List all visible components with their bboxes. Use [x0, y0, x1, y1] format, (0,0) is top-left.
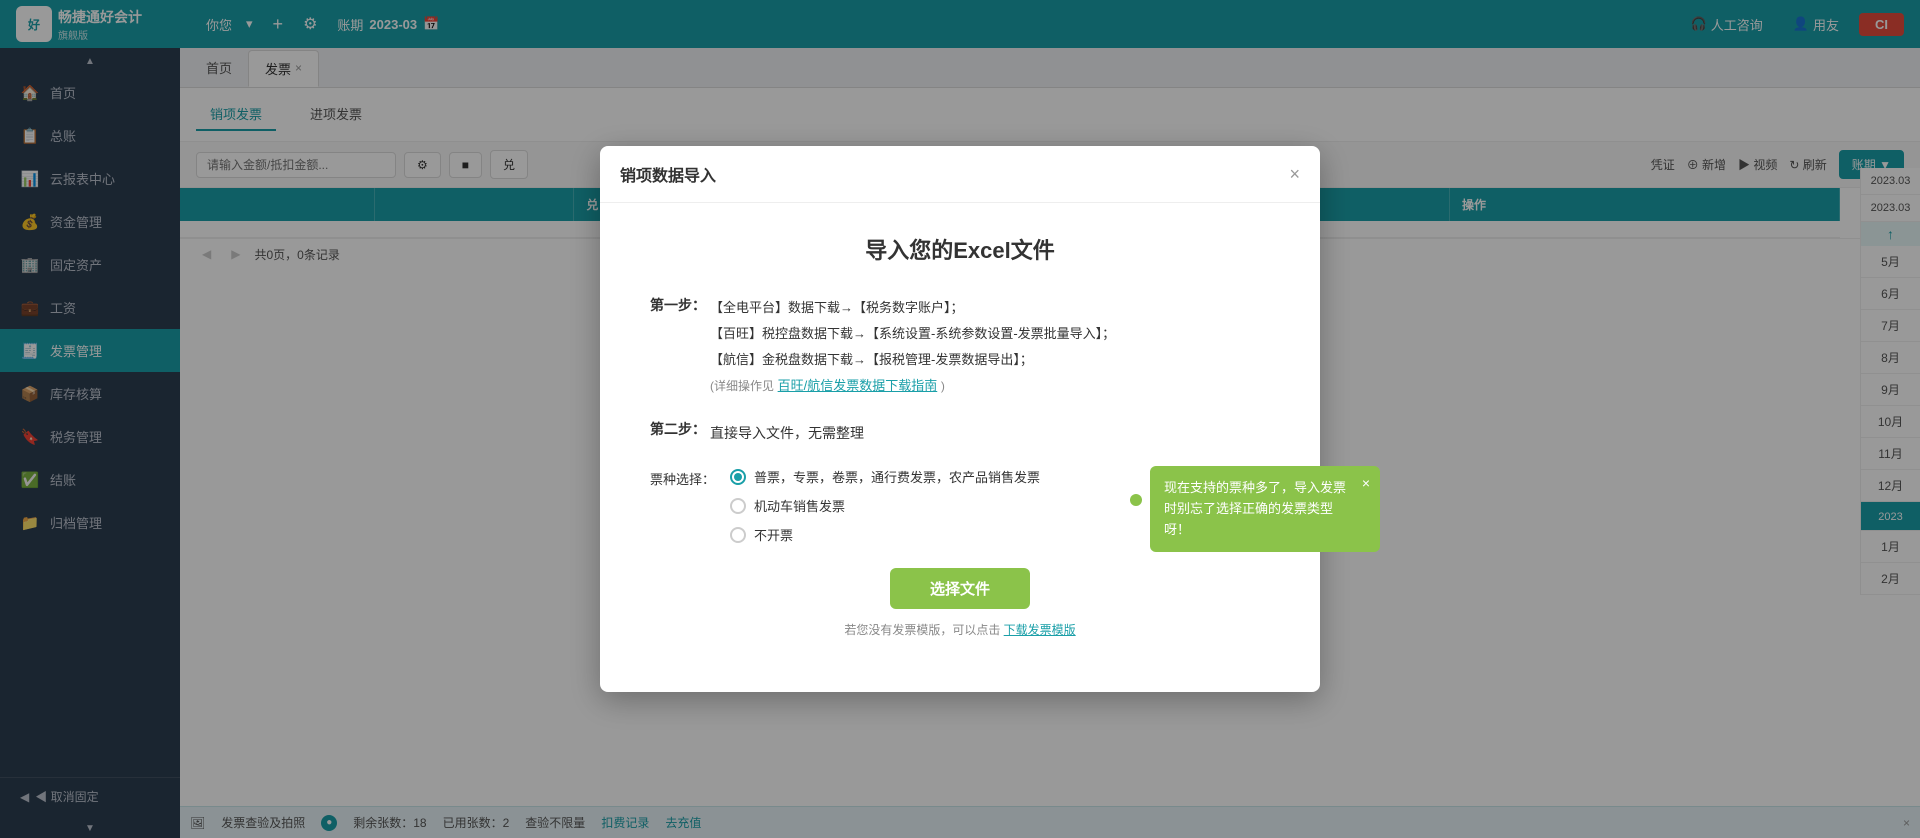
ticket-option-motor[interactable]: 机动车销售发票 × 现在支持的票种多了，导入发票时别忘了选择正确的发票类型呀！ [730, 496, 1040, 515]
step1-line1: 【全电平台】数据下载→【税务数字账户】； [710, 295, 1115, 321]
guide-link[interactable]: 百旺/航信发票数据下载指南 [778, 378, 938, 393]
step1-content: 【全电平台】数据下载→【税务数字账户】； 【百旺】税控盘数据下载→【系统设置-系… [710, 295, 1115, 399]
step2-label: 第二步： [650, 419, 710, 439]
radio-normal[interactable] [730, 469, 746, 485]
modal-main-title: 导入您的Excel文件 [650, 233, 1270, 265]
step1-line2: 【百旺】税控盘数据下载→【系统设置-系统参数设置-发票批量导入】； [710, 321, 1115, 347]
ticket-label: 票种选择： [650, 467, 730, 488]
tooltip-dot [1130, 494, 1142, 506]
ticket-section: 票种选择： 普票，专票，卷票，通行费发票，农产品销售发票 机动车销售发票 [650, 467, 1270, 544]
radio-noticket[interactable] [730, 527, 746, 543]
step2-section: 第二步： 直接导入文件，无需整理 [650, 419, 1270, 447]
step1-note: (详细操作见 百旺/航信发票数据下载指南 ) [710, 373, 1115, 399]
tooltip-box: × 现在支持的票种多了，导入发票时别忘了选择正确的发票类型呀！ [1150, 466, 1380, 552]
modal-title: 销项数据导入 [620, 162, 716, 186]
select-file-btn[interactable]: 选择文件 [890, 568, 1030, 609]
ticket-option-noticket[interactable]: 不开票 [730, 525, 1040, 544]
radio-motor[interactable] [730, 498, 746, 514]
tooltip-close-btn[interactable]: × [1362, 472, 1370, 494]
modal-overlay: 销项数据导入 × 导入您的Excel文件 第一步： 【全电平台】数据下载→【税务… [0, 0, 1920, 838]
import-modal: 销项数据导入 × 导入您的Excel文件 第一步： 【全电平台】数据下载→【税务… [600, 146, 1320, 692]
modal-close-btn[interactable]: × [1289, 164, 1300, 185]
download-template-link[interactable]: 下载发票模版 [1004, 623, 1076, 637]
step1-section: 第一步： 【全电平台】数据下载→【税务数字账户】； 【百旺】税控盘数据下载→【系… [650, 295, 1270, 399]
step1-label: 第一步： [650, 295, 710, 391]
ticket-option-normal[interactable]: 普票，专票，卷票，通行费发票，农产品销售发票 [730, 467, 1040, 486]
modal-body: 导入您的Excel文件 第一步： 【全电平台】数据下载→【税务数字账户】； 【百… [600, 203, 1320, 692]
modal-footer: 若您没有发票模版，可以点击 下载发票模版 [650, 621, 1270, 662]
step1-line3: 【航信】金税盘数据下载→【报税管理-发票数据导出】； [710, 347, 1115, 373]
modal-header: 销项数据导入 × [600, 146, 1320, 203]
ticket-radio-group: 普票，专票，卷票，通行费发票，农产品销售发票 机动车销售发票 × [730, 467, 1040, 544]
step2-text: 直接导入文件，无需整理 [710, 423, 864, 443]
